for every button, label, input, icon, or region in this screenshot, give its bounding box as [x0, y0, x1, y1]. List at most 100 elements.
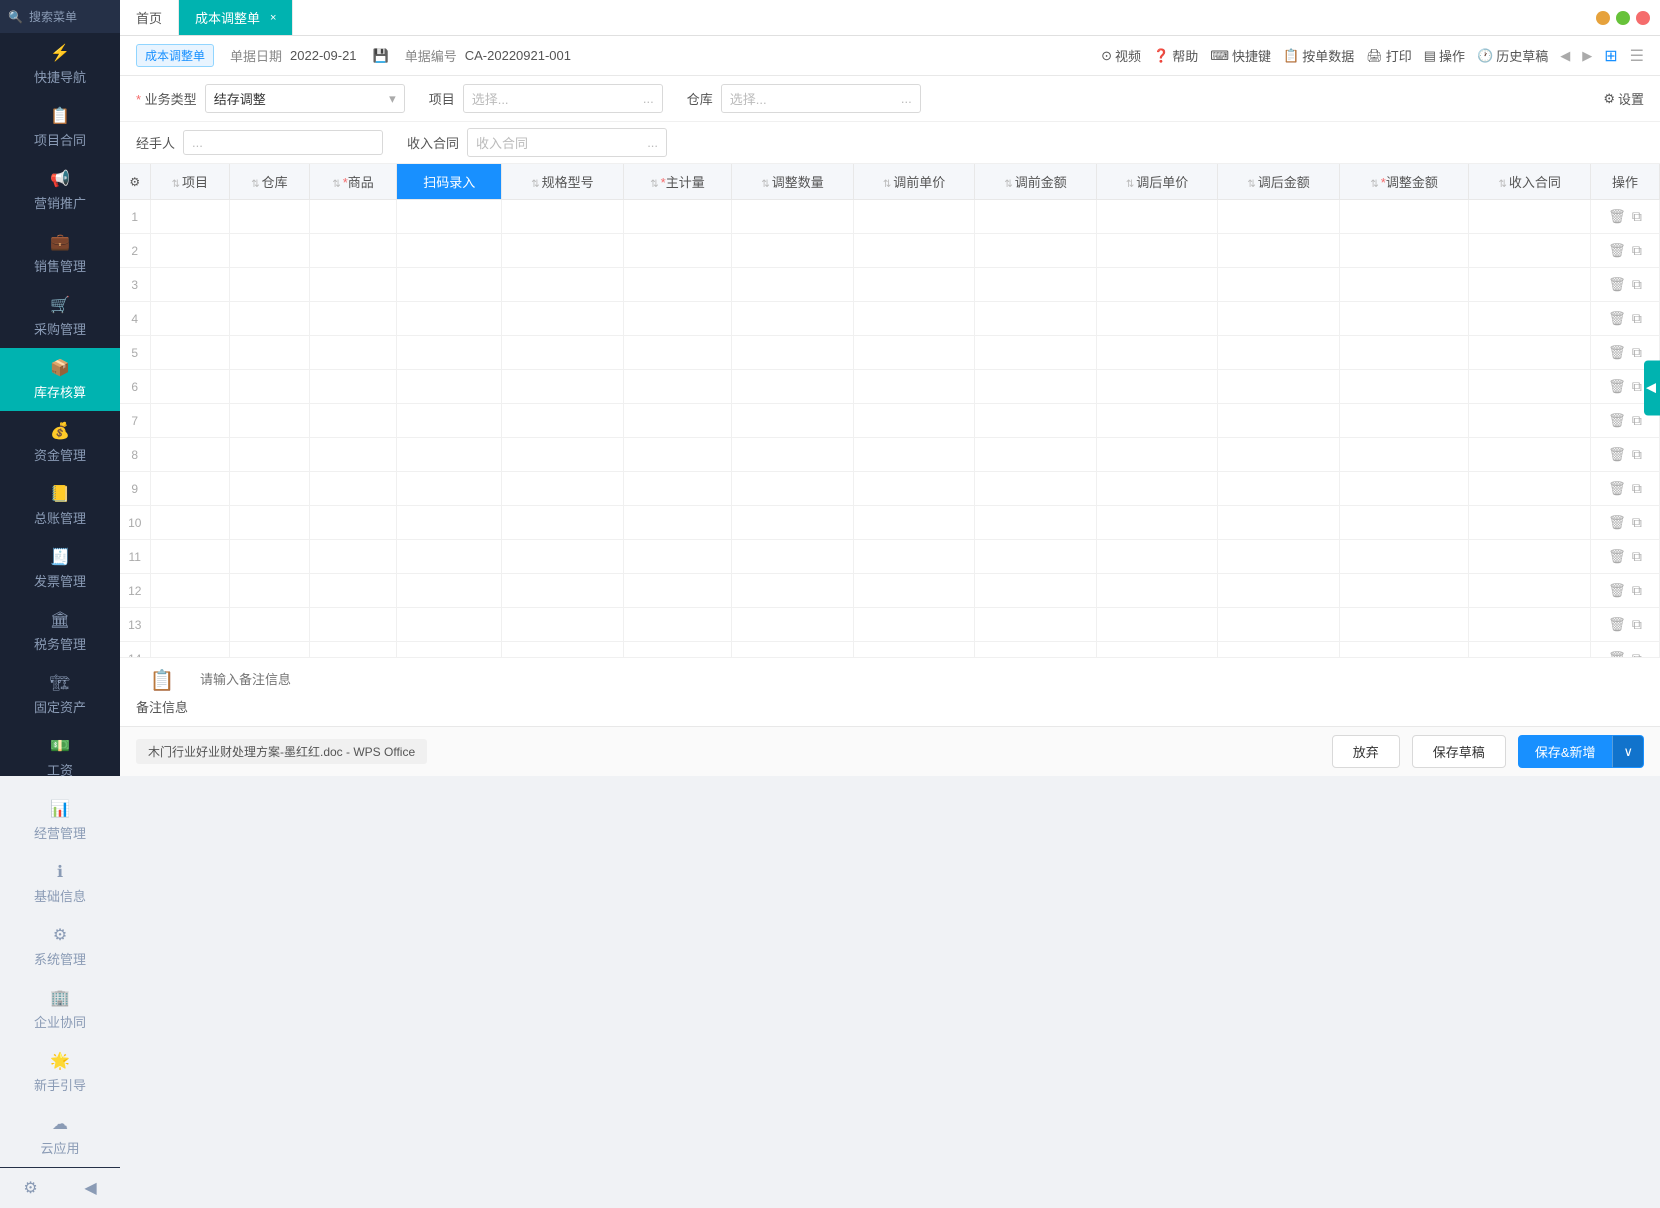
delete-row-icon[interactable]: 🗑 [1608, 310, 1626, 327]
cell-before-amount[interactable] [975, 234, 1096, 268]
col-product[interactable]: ⇅*商品 [309, 164, 397, 200]
settings-bottom-btn[interactable]: ⚙ [23, 1178, 37, 1198]
copy-row-icon[interactable]: ⧉ [1632, 582, 1642, 599]
cell-project[interactable] [150, 472, 230, 506]
copy-row-icon[interactable]: ⧉ [1632, 616, 1642, 633]
cell-after-price[interactable] [1096, 302, 1217, 336]
delete-row-icon[interactable]: 🗑 [1608, 412, 1626, 429]
cell-income-contract[interactable] [1469, 472, 1590, 506]
cell-product[interactable] [309, 642, 397, 658]
col-income-contract[interactable]: ⇅收入合同 [1469, 164, 1590, 200]
cell-before-amount[interactable] [975, 608, 1096, 642]
cell-adj-qty[interactable] [732, 234, 853, 268]
cell-adj-amount[interactable] [1339, 608, 1469, 642]
sidebar-item-sales-mgmt[interactable]: 💼 销售管理 [0, 222, 120, 285]
sidebar-item-sales-promo[interactable]: 📢 营销推广 [0, 159, 120, 222]
cell-product[interactable] [309, 472, 397, 506]
cell-after-amount[interactable] [1218, 472, 1339, 506]
cell-product[interactable] [309, 404, 397, 438]
toolbar-view-btn[interactable]: ⊙ 视频 [1101, 46, 1141, 65]
cell-after-price[interactable] [1096, 540, 1217, 574]
cell-project[interactable] [150, 540, 230, 574]
col-spec[interactable]: ⇅规格型号 [502, 164, 623, 200]
sidebar-item-basic-info[interactable]: ℹ 基础信息 [0, 852, 120, 915]
cell-project[interactable] [150, 404, 230, 438]
cell-before-amount[interactable] [975, 404, 1096, 438]
col-after-price[interactable]: ⇅调后单价 [1096, 164, 1217, 200]
cell-warehouse[interactable] [230, 370, 310, 404]
settings-link-btn[interactable]: ⚙ 设置 [1603, 89, 1644, 108]
delete-row-icon[interactable]: 🗑 [1608, 650, 1626, 657]
cell-before-amount[interactable] [975, 370, 1096, 404]
copy-row-icon[interactable]: ⧉ [1632, 208, 1642, 225]
side-collapse-tab[interactable]: ◀ [1644, 361, 1660, 416]
copy-row-icon[interactable]: ⧉ [1632, 344, 1642, 361]
cell-warehouse[interactable] [230, 336, 310, 370]
cell-product[interactable] [309, 302, 397, 336]
cell-spec[interactable] [502, 540, 623, 574]
cell-after-price[interactable] [1096, 574, 1217, 608]
toolbar-shortcut-btn[interactable]: ⌨ 快捷键 [1210, 46, 1271, 65]
sidebar-item-purchase-mgmt[interactable]: 🛒 采购管理 [0, 285, 120, 348]
cell-before-amount[interactable] [975, 540, 1096, 574]
save-new-arrow-button[interactable]: ∨ [1612, 735, 1644, 768]
cell-after-amount[interactable] [1218, 608, 1339, 642]
cell-income-contract[interactable] [1469, 302, 1590, 336]
cell-adj-amount[interactable] [1339, 540, 1469, 574]
cell-after-amount[interactable] [1218, 370, 1339, 404]
copy-row-icon[interactable]: ⧉ [1632, 446, 1642, 463]
cell-before-amount[interactable] [975, 200, 1096, 234]
cell-adj-amount[interactable] [1339, 472, 1469, 506]
expand-right-icon[interactable]: ▶ [1582, 48, 1592, 64]
cell-unit[interactable] [623, 608, 732, 642]
copy-row-icon[interactable]: ⧉ [1632, 650, 1642, 657]
cell-adj-amount[interactable] [1339, 200, 1469, 234]
cell-after-amount[interactable] [1218, 574, 1339, 608]
cell-project[interactable] [150, 370, 230, 404]
cell-adj-qty[interactable] [732, 642, 853, 658]
copy-row-icon[interactable]: ⧉ [1632, 412, 1642, 429]
cell-scan[interactable] [397, 302, 502, 336]
sidebar-item-inventory[interactable]: 📦 库存核算 [0, 348, 120, 411]
cell-adj-qty[interactable] [732, 574, 853, 608]
cell-adj-amount[interactable] [1339, 438, 1469, 472]
delete-row-icon[interactable]: 🗑 [1608, 548, 1626, 565]
cell-after-amount[interactable] [1218, 200, 1339, 234]
save-new-button[interactable]: 保存&新增 [1518, 735, 1613, 768]
cell-warehouse[interactable] [230, 540, 310, 574]
cell-after-amount[interactable] [1218, 302, 1339, 336]
cell-unit[interactable] [623, 574, 732, 608]
copy-row-icon[interactable]: ⧉ [1632, 378, 1642, 395]
cell-scan[interactable] [397, 200, 502, 234]
toolbar-help-btn[interactable]: ❓ 帮助 [1153, 46, 1198, 65]
cell-unit[interactable] [623, 540, 732, 574]
col-adj-amount[interactable]: ⇅*调整金额 [1339, 164, 1469, 200]
cell-adj-qty[interactable] [732, 268, 853, 302]
cell-spec[interactable] [502, 404, 623, 438]
warehouse-input[interactable]: 选择... ... [721, 84, 921, 113]
collapse-bottom-btn[interactable]: ◀ [84, 1178, 96, 1198]
delete-row-icon[interactable]: 🗑 [1608, 446, 1626, 463]
cell-warehouse[interactable] [230, 268, 310, 302]
cell-before-price[interactable] [853, 506, 974, 540]
sidebar-item-project-contract[interactable]: 📋 项目合同 [0, 96, 120, 159]
cell-spec[interactable] [502, 472, 623, 506]
window-maximize-btn[interactable] [1616, 11, 1630, 25]
copy-row-icon[interactable]: ⧉ [1632, 276, 1642, 293]
cell-warehouse[interactable] [230, 574, 310, 608]
cell-unit[interactable] [623, 200, 732, 234]
cell-after-amount[interactable] [1218, 404, 1339, 438]
cell-project[interactable] [150, 608, 230, 642]
cell-unit[interactable] [623, 234, 732, 268]
col-project[interactable]: ⇅项目 [150, 164, 230, 200]
cell-warehouse[interactable] [230, 608, 310, 642]
project-input[interactable]: 选择... ... [463, 84, 663, 113]
cell-adj-amount[interactable] [1339, 506, 1469, 540]
cell-unit[interactable] [623, 370, 732, 404]
cell-before-price[interactable] [853, 472, 974, 506]
cell-warehouse[interactable] [230, 234, 310, 268]
cell-after-amount[interactable] [1218, 540, 1339, 574]
biz-type-input[interactable]: 结存调整 ▾ [205, 84, 405, 113]
cell-product[interactable] [309, 506, 397, 540]
cell-after-amount[interactable] [1218, 438, 1339, 472]
